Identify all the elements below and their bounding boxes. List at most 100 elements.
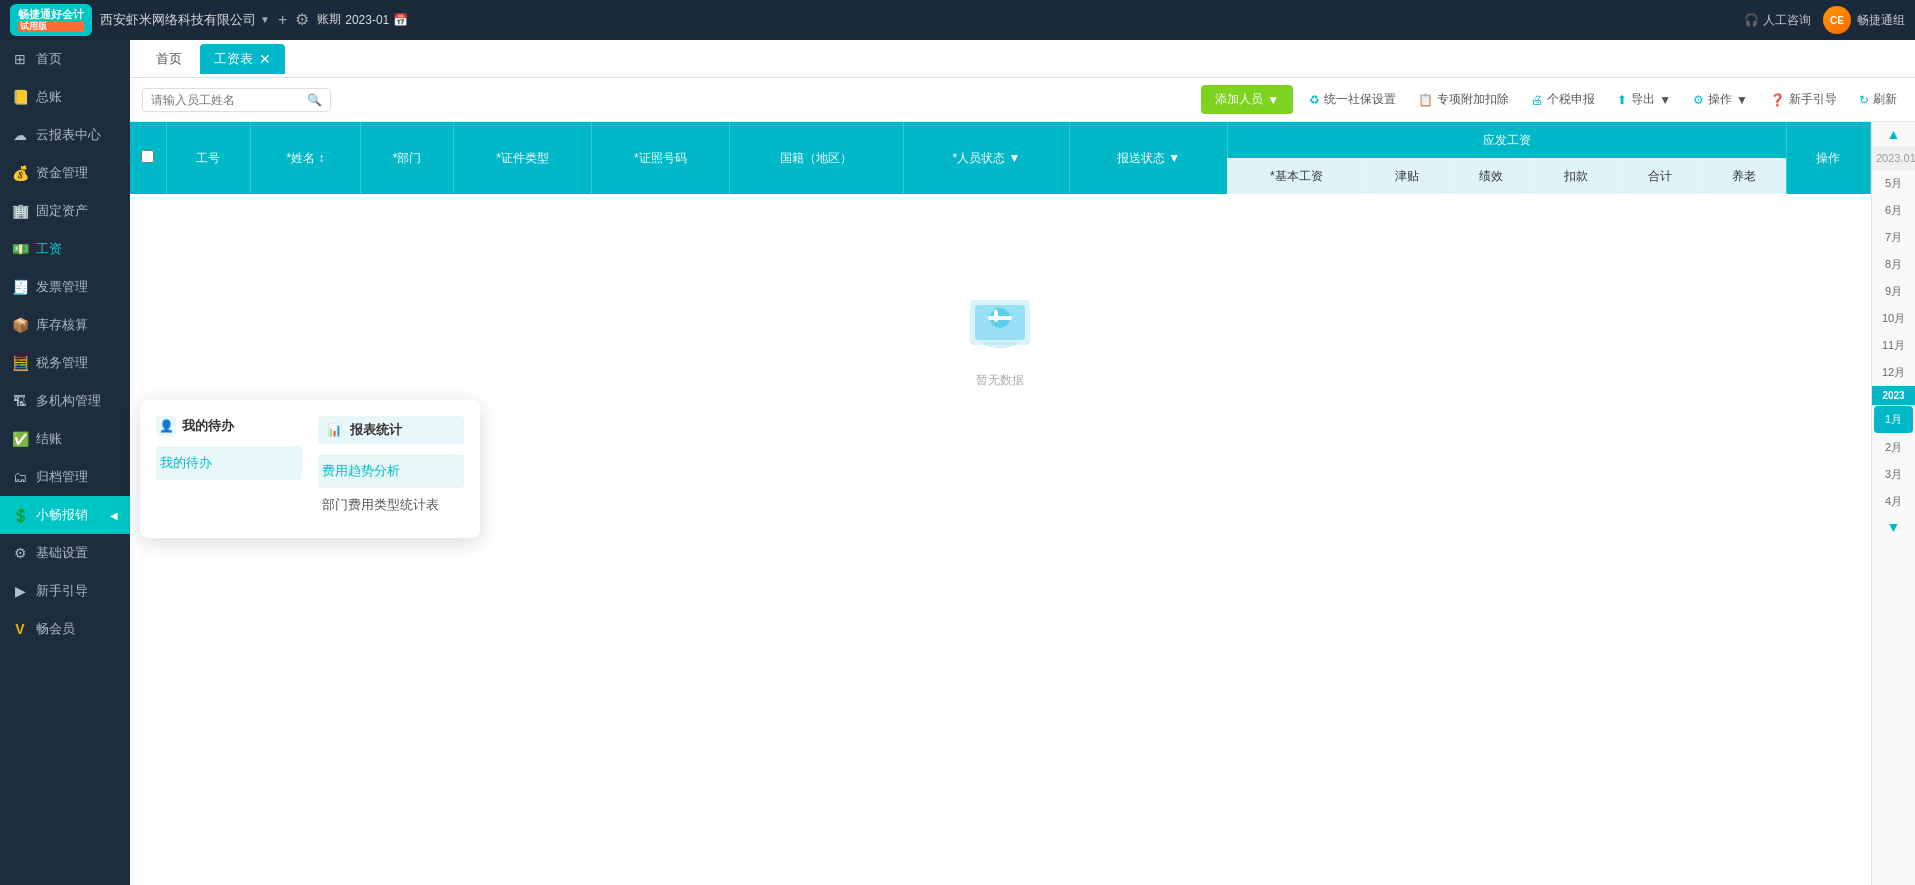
- logo-text: 畅捷通好会计: [18, 8, 84, 21]
- date-item-9[interactable]: 9月: [1872, 278, 1915, 305]
- date-item-5[interactable]: 5月: [1872, 170, 1915, 197]
- date-item-6[interactable]: 6月: [1872, 197, 1915, 224]
- th-id-number: *证照号码: [591, 122, 729, 194]
- date-item-10[interactable]: 10月: [1872, 305, 1915, 332]
- th-checkbox[interactable]: [130, 122, 166, 194]
- period-box: 账期 2023-01 📅: [317, 11, 408, 28]
- th-base-salary: *基本工资: [1227, 158, 1365, 194]
- sidebar-item-ledger[interactable]: 📒 总账: [0, 78, 130, 116]
- guide-icon: ▶: [12, 583, 28, 599]
- refresh-btn[interactable]: ↻ 刷新: [1853, 87, 1903, 112]
- sidebar-item-salary[interactable]: 💵 工资: [0, 230, 130, 268]
- new-guide-btn[interactable]: ❓ 新手引导: [1764, 87, 1843, 112]
- date-year-2023: 2023: [1872, 386, 1915, 405]
- todo-section-icon: 👤: [156, 416, 176, 436]
- search-box: 🔍: [142, 88, 331, 112]
- date-nav-up[interactable]: ▲: [1872, 122, 1915, 146]
- th-operation: 操作: [1786, 122, 1870, 194]
- sidebar-label-home: 首页: [36, 50, 62, 68]
- sidebar-item-reports[interactable]: ☁ 云报表中心: [0, 116, 130, 154]
- tab-salary[interactable]: 工资表 ✕: [200, 44, 285, 74]
- th-allowance: 津贴: [1365, 158, 1449, 194]
- popup-item-dept-expense[interactable]: 部门费用类型统计表: [318, 488, 464, 522]
- date-item-3[interactable]: 3月: [1872, 461, 1915, 488]
- export-arrow: ▼: [1659, 93, 1671, 107]
- export-icon: ⬆: [1617, 93, 1627, 107]
- social-insurance-btn[interactable]: ♻ 统一社保设置: [1303, 87, 1402, 112]
- add-person-button[interactable]: 添加人员 ▼: [1201, 85, 1293, 114]
- sidebar-label-inventory: 库存核算: [36, 316, 88, 334]
- th-nationality: 国籍（地区）: [729, 122, 903, 194]
- th-name: *姓名 ↕: [250, 122, 360, 194]
- tax-icon: 🧮: [12, 355, 28, 371]
- th-bonus: 绩效: [1449, 158, 1533, 194]
- export-btn[interactable]: ⬆ 导出 ▼: [1611, 87, 1677, 112]
- sidebar-item-member[interactable]: V 畅会员: [0, 610, 130, 648]
- sidebar-item-archive[interactable]: 🗂 归档管理: [0, 458, 130, 496]
- add-person-label: 添加人员: [1215, 91, 1263, 108]
- income-tax-label: 个税申报: [1547, 91, 1595, 108]
- headset-icon: 🎧: [1744, 13, 1759, 27]
- user-avatar: CE: [1823, 6, 1851, 34]
- tab-close-icon[interactable]: ✕: [259, 51, 271, 67]
- settle-icon: ✅: [12, 431, 28, 447]
- username: 畅捷通组: [1857, 12, 1905, 29]
- svg-rect-3: [988, 316, 1012, 320]
- date-item-11[interactable]: 11月: [1872, 332, 1915, 359]
- sidebar-item-assets[interactable]: 🏢 固定资产: [0, 192, 130, 230]
- sidebar-item-invoice[interactable]: 🧾 发票管理: [0, 268, 130, 306]
- logo: 畅捷通好会计 试用版: [10, 4, 92, 36]
- popup-section-reports: 📊 报表统计 费用趋势分析 部门费用类型统计表: [318, 416, 464, 522]
- sidebar-label-archive: 归档管理: [36, 468, 88, 486]
- sidebar-item-settle[interactable]: ✅ 结账: [0, 420, 130, 458]
- toolbar: 🔍 添加人员 ▼ ♻ 统一社保设置 📋 专项附加扣除: [130, 78, 1915, 122]
- company-dropdown-icon[interactable]: ▼: [260, 14, 270, 25]
- reports-section-icon: 📊: [324, 420, 344, 440]
- sidebar-label-multi: 多机构管理: [36, 392, 101, 410]
- date-item-1[interactable]: 1月: [1874, 406, 1913, 433]
- select-all-checkbox[interactable]: [141, 150, 154, 163]
- inventory-icon: 📦: [12, 317, 28, 333]
- settings-icon[interactable]: ⚙: [295, 10, 309, 29]
- th-person-status: *人员状态 ▼: [903, 122, 1069, 194]
- calendar-icon[interactable]: 📅: [393, 13, 408, 27]
- cloud-icon: ☁: [12, 127, 28, 143]
- new-guide-icon: ❓: [1770, 93, 1785, 107]
- date-item-12[interactable]: 12月: [1872, 359, 1915, 386]
- sidebar-item-funds[interactable]: 💰 资金管理: [0, 154, 130, 192]
- date-item-7[interactable]: 7月: [1872, 224, 1915, 251]
- sidebar-label-reports: 云报表中心: [36, 126, 101, 144]
- sidebar-item-tax[interactable]: 🧮 税务管理: [0, 344, 130, 382]
- period-label: 账期: [317, 11, 341, 28]
- sidebar-item-guide[interactable]: ▶ 新手引导: [0, 572, 130, 610]
- company-selector[interactable]: 西安虾米网络科技有限公司 ▼: [100, 11, 270, 29]
- popup-item-expense-trend[interactable]: 费用趋势分析: [318, 454, 464, 488]
- sidebar-item-home[interactable]: ⊞ 首页: [0, 40, 130, 78]
- sidebar-item-multi[interactable]: 🏗 多机构管理: [0, 382, 130, 420]
- sidebar-item-settings[interactable]: ⚙ 基础设置: [0, 534, 130, 572]
- tab-home[interactable]: 首页: [142, 44, 196, 74]
- popup-item-my-todo[interactable]: 我的待办: [156, 446, 302, 480]
- add-button[interactable]: +: [278, 11, 287, 29]
- income-tax-btn[interactable]: 🖨 个税申报: [1525, 87, 1601, 112]
- date-item-4[interactable]: 4月: [1872, 488, 1915, 515]
- search-input[interactable]: [151, 93, 301, 107]
- home-icon: ⊞: [12, 51, 28, 67]
- company-name: 西安虾米网络科技有限公司: [100, 11, 256, 29]
- empty-text: 暂无数据: [976, 372, 1024, 389]
- search-icon[interactable]: 🔍: [307, 93, 322, 107]
- date-item-2[interactable]: 2月: [1872, 434, 1915, 461]
- special-deduct-btn[interactable]: 📋 专项附加扣除: [1412, 87, 1515, 112]
- operation-btn[interactable]: ⚙ 操作 ▼: [1687, 87, 1754, 112]
- popup-section-reports-header: 📊 报表统计: [318, 416, 464, 444]
- support-button[interactable]: 🎧 人工咨询: [1744, 12, 1811, 29]
- date-item-8[interactable]: 8月: [1872, 251, 1915, 278]
- expense-icon: 💲: [12, 507, 28, 523]
- date-nav-down[interactable]: ▼: [1872, 515, 1915, 539]
- refresh-icon: ↻: [1859, 93, 1869, 107]
- sidebar-item-expense[interactable]: 💲 小畅报销 ◀: [0, 496, 130, 534]
- sidebar-label-tax: 税务管理: [36, 354, 88, 372]
- th-total: 合计: [1618, 158, 1702, 194]
- todo-section-title: 我的待办: [182, 417, 234, 435]
- sidebar-item-inventory[interactable]: 📦 库存核算: [0, 306, 130, 344]
